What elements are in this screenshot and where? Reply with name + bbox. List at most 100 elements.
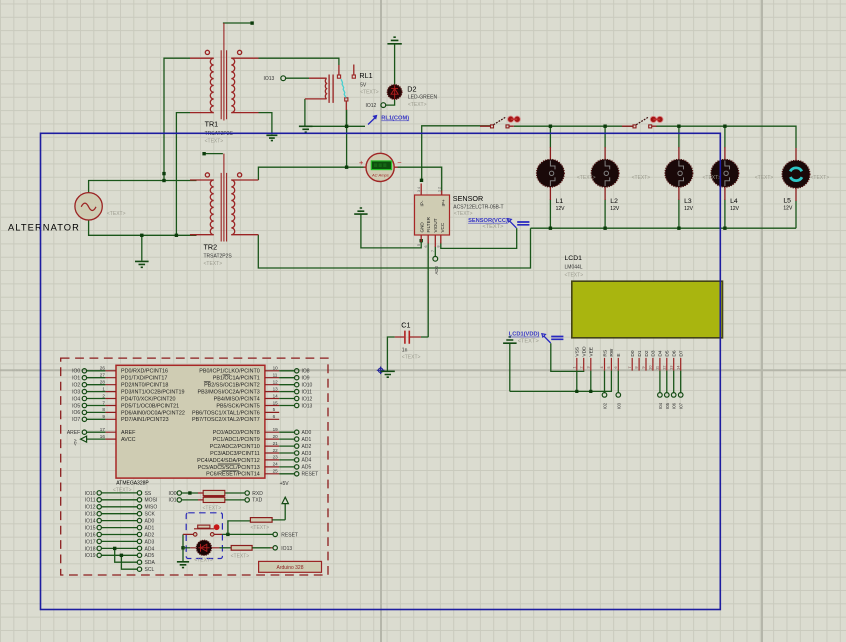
svg-text:PC0/ADC0/PCINT8: PC0/ADC0/PCINT8	[213, 430, 260, 436]
svg-text:19: 19	[273, 427, 279, 432]
svg-text:1: 1	[102, 386, 105, 391]
svg-text:I03: I03	[616, 402, 621, 409]
svg-text:IO14: IO14	[85, 519, 96, 525]
svg-text:<TEXT>: <TEXT>	[204, 261, 223, 267]
svg-text:TR1: TR1	[205, 120, 219, 129]
svg-text:L3: L3	[684, 198, 692, 205]
svg-text:SS: SS	[145, 491, 152, 497]
svg-text:PB0/ICP1/CLKO/PCINT0: PB0/ICP1/CLKO/PCINT0	[199, 369, 260, 375]
svg-text:12: 12	[661, 365, 666, 370]
svg-text:14: 14	[273, 393, 279, 398]
svg-text:VDD: VDD	[582, 346, 588, 357]
svg-text:+5V: +5V	[74, 439, 78, 446]
svg-text:PD7/AIN1/PCINT23: PD7/AIN1/PCINT23	[121, 417, 169, 423]
svg-text:IO11: IO11	[302, 389, 313, 395]
svg-text:17: 17	[100, 427, 106, 432]
svg-text:21: 21	[273, 441, 279, 446]
svg-text:6: 6	[273, 414, 276, 419]
svg-text:<TEXT>: <TEXT>	[632, 175, 651, 181]
svg-text:IO10: IO10	[85, 491, 96, 497]
svg-text:ATMEGA328P: ATMEGA328P	[116, 481, 149, 487]
svg-text:11: 11	[273, 373, 278, 378]
svg-text:AD2: AD2	[302, 444, 312, 450]
svg-text:PD1/TXD/PCINT17: PD1/TXD/PCINT17	[121, 376, 167, 382]
svg-text:RESET: RESET	[302, 472, 319, 478]
svg-text:PC2/ADC2/PCINT10: PC2/ADC2/PCINT10	[210, 444, 260, 450]
svg-text:I06: I06	[672, 402, 677, 409]
svg-text:<TEXT>: <TEXT>	[408, 102, 427, 108]
svg-text:26: 26	[100, 366, 106, 371]
svg-text:<TEXT>: <TEXT>	[565, 272, 584, 278]
svg-text:IO13: IO13	[264, 76, 275, 82]
svg-text:AD4: AD4	[302, 458, 312, 464]
svg-text:IO13: IO13	[85, 512, 96, 518]
svg-text:27: 27	[100, 373, 106, 378]
svg-text:AREF: AREF	[121, 430, 136, 436]
svg-text:<TEXT>: <TEXT>	[194, 558, 213, 564]
svg-text:16: 16	[100, 434, 106, 439]
svg-text:8: 8	[102, 407, 105, 412]
svg-text:2: 2	[102, 393, 105, 398]
svg-text:C1: C1	[401, 320, 410, 329]
svg-text:IP-: IP-	[419, 200, 424, 206]
svg-text:IO17: IO17	[85, 539, 96, 545]
svg-text:AD1: AD1	[145, 526, 155, 532]
svg-text:RL1: RL1	[359, 71, 372, 80]
svg-text:23: 23	[273, 455, 279, 460]
svg-text:14: 14	[675, 365, 680, 370]
svg-text:PB5/SCK/PCINT5: PB5/SCK/PCINT5	[216, 403, 259, 409]
svg-text:IO15: IO15	[85, 526, 96, 532]
svg-text:IP+: IP+	[441, 199, 446, 206]
svg-text:I05: I05	[665, 402, 670, 409]
svg-text:IO2: IO2	[72, 383, 80, 389]
svg-text:VIOUT: VIOUT	[433, 218, 438, 232]
svg-text:LCD1: LCD1	[565, 255, 583, 262]
svg-text:LCD1(VDD): LCD1(VDD)	[509, 332, 540, 338]
svg-text:AD5: AD5	[302, 465, 312, 471]
svg-text:SCL: SCL	[145, 567, 155, 573]
svg-text:VEE: VEE	[589, 347, 595, 357]
svg-text:PC3/ADC3/PCINT11: PC3/ADC3/PCINT11	[210, 451, 260, 457]
svg-text:IO13: IO13	[302, 403, 313, 409]
svg-text:<TEXT>: <TEXT>	[205, 139, 224, 145]
svg-text:<TEXT>: <TEXT>	[811, 175, 830, 181]
svg-text:PD2/INT0/PCINT18: PD2/INT0/PCINT18	[121, 383, 168, 389]
svg-text:<TEXT>: <TEXT>	[107, 211, 126, 217]
svg-text:PC4/ADC4/SDA/PCINT12: PC4/ADC4/SDA/PCINT12	[197, 458, 260, 464]
svg-text:AC Amps: AC Amps	[371, 172, 389, 177]
svg-text:6: 6	[424, 246, 428, 248]
svg-text:IO12: IO12	[302, 396, 313, 402]
svg-text:TXD: TXD	[252, 498, 262, 504]
svg-text:I04: I04	[658, 402, 663, 409]
svg-text:AD3: AD3	[302, 451, 312, 457]
svg-text:IO16: IO16	[85, 532, 96, 538]
svg-text:ALTERNATOR: ALTERNATOR	[8, 222, 80, 232]
svg-text:Arduino 328: Arduino 328	[277, 565, 304, 571]
svg-text:AD3: AD3	[145, 539, 155, 545]
svg-text:12V: 12V	[610, 206, 620, 212]
svg-text:−: −	[397, 158, 402, 167]
svg-text:TR2: TR2	[204, 242, 218, 251]
svg-text:<TEXT>: <TEXT>	[577, 175, 596, 181]
svg-text:7: 7	[102, 400, 105, 405]
svg-text:IO7: IO7	[72, 417, 80, 423]
svg-text:D1: D1	[637, 350, 643, 356]
svg-text:13: 13	[668, 365, 673, 370]
svg-text:IO1: IO1	[72, 376, 80, 382]
svg-text:+: +	[359, 158, 364, 167]
svg-text:IO19: IO19	[85, 553, 96, 559]
svg-text:RXD: RXD	[252, 491, 263, 497]
svg-text:LM044L: LM044L	[565, 264, 583, 270]
svg-text:PD3/INT1/OC2B/PCINT19: PD3/INT1/OC2B/PCINT19	[121, 390, 185, 396]
svg-text:IO6: IO6	[72, 410, 80, 416]
svg-text:28: 28	[100, 380, 106, 385]
svg-text:9: 9	[102, 414, 105, 419]
svg-text:L4: L4	[730, 198, 738, 205]
svg-text:I07: I07	[679, 402, 684, 409]
svg-text:AVCC: AVCC	[121, 437, 136, 443]
svg-text:AD0: AD0	[434, 265, 439, 274]
svg-text:RL1(COM): RL1(COM)	[381, 116, 409, 122]
svg-text:PD4/T0/XCK/PCINT20: PD4/T0/XCK/PCINT20	[121, 396, 176, 402]
svg-text:+5V: +5V	[280, 481, 290, 487]
svg-text:AD4: AD4	[145, 546, 155, 552]
